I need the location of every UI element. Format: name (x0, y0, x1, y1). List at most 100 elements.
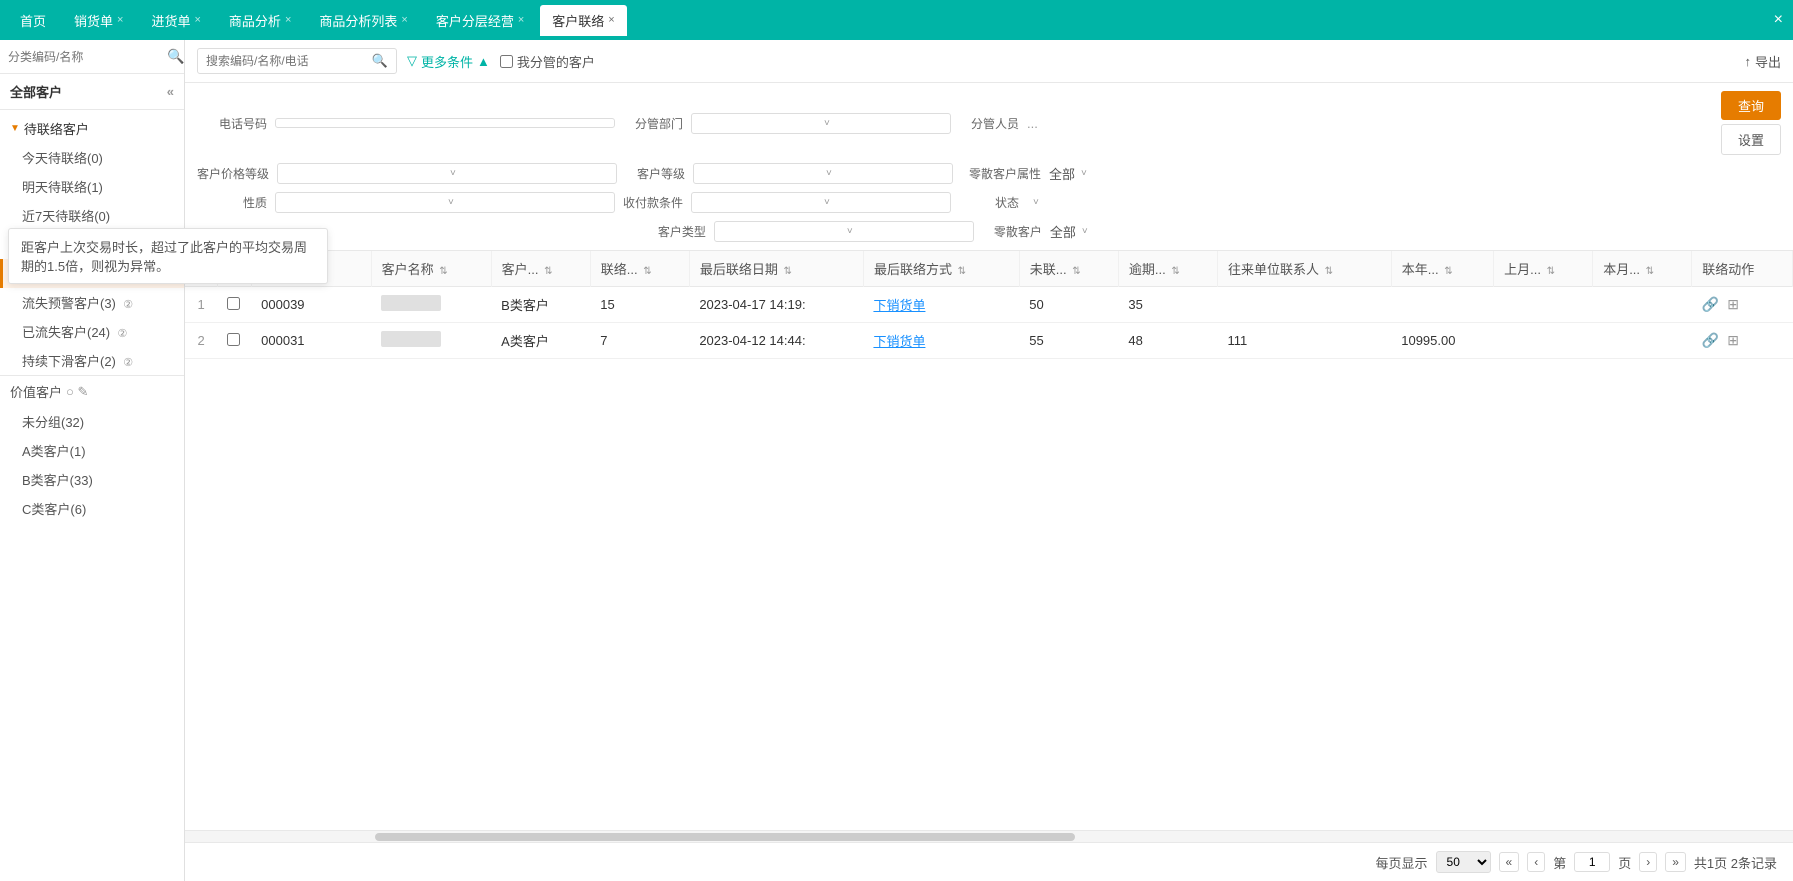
nav-tab-sales[interactable]: 销货单 × (62, 5, 135, 36)
th-contact-person[interactable]: 往来单位联系人 ⇅ (1217, 251, 1391, 287)
sidebar-item-declining[interactable]: 持续下滑客户(2) ② (0, 346, 184, 375)
last-month (1494, 287, 1593, 323)
nav-tab-purchase[interactable]: 进货单 × (139, 5, 212, 36)
last-page-button[interactable]: » (1665, 852, 1686, 872)
th-this-month[interactable]: 本月... ⇅ (1593, 251, 1692, 287)
query-button[interactable]: 查询 (1721, 91, 1781, 120)
customer-type-select[interactable]: ˅ (714, 221, 974, 242)
close-icon[interactable]: × (608, 14, 614, 26)
sidebar-item-7days[interactable]: 近7天待联络(0) (0, 201, 184, 230)
sidebar-bottom-group-label: 价值客户 (10, 382, 62, 401)
last-contact-type[interactable]: 下销货单 (863, 323, 1019, 359)
retail-select[interactable]: 全部 ˅ (1050, 222, 1088, 241)
retail-value: 全部 (1050, 222, 1076, 241)
sidebar-collapse-icon[interactable]: « (167, 84, 174, 99)
page-number-input[interactable] (1574, 852, 1610, 872)
sidebar-item-a-class[interactable]: A类客户(1) (0, 436, 184, 465)
last-contact-type-link[interactable]: 下销货单 (873, 298, 925, 313)
filter-row-3: 性质 ˅ 收付款条件 ˅ 状态 ˅ (197, 192, 1781, 213)
sidebar-search-input[interactable] (8, 50, 163, 64)
nav-tab-home-label: 首页 (20, 11, 46, 30)
filter-area: 电话号码 分管部门 ˅ 分管人员 ... 查询 设置 客户价格等 (185, 83, 1793, 251)
last-contact-type[interactable]: 下销货单 (863, 287, 1019, 323)
chevron-down-icon: ▼ (10, 123, 20, 134)
ellipsis-btn[interactable]: ... (1027, 116, 1038, 131)
chevron-down-icon: ˅ (1081, 168, 1087, 179)
row-checkbox-cell[interactable] (217, 323, 251, 359)
search-input[interactable] (206, 54, 366, 68)
chevron-down-icon: ˅ (824, 197, 942, 208)
question-mark-icon: ② (123, 299, 133, 311)
scrollbar-thumb[interactable] (375, 833, 1075, 841)
sort-icon: ⇅ (1325, 266, 1333, 277)
nav-tab-home[interactable]: 首页 (8, 5, 58, 36)
th-this-year[interactable]: 本年... ⇅ (1391, 251, 1493, 287)
nav-tab-customer-contact-label: 客户联络 (552, 11, 604, 30)
sidebar-item-churn-warning[interactable]: 流失预警客户(3) ② (0, 288, 184, 317)
first-page-button[interactable]: « (1499, 852, 1520, 872)
window-close-button[interactable]: × (1774, 11, 1783, 29)
nav-tab-analysis-list[interactable]: 商品分析列表 × (307, 5, 419, 36)
sidebar-item-ungroup[interactable]: 未分组(32) (0, 407, 184, 436)
th-contact-count[interactable]: 联络... ⇅ (590, 251, 689, 287)
retail-label: 零散客户 (982, 223, 1042, 240)
prev-page-button[interactable]: ‹ (1527, 852, 1545, 872)
th-last-contact-date[interactable]: 最后联络日期 ⇅ (689, 251, 863, 287)
th-no-contact[interactable]: 未联... ⇅ (1019, 251, 1118, 287)
last-contact-type-link[interactable]: 下销货单 (873, 334, 925, 349)
retail-attr-value: 全部 (1049, 164, 1075, 183)
close-icon[interactable]: × (117, 14, 123, 26)
filter-row-2: 客户价格等级 ˅ 客户等级 ˅ 零散客户属性 全部 ˅ (197, 163, 1781, 184)
row-checkbox-cell[interactable] (217, 287, 251, 323)
customer-level-select[interactable]: ˅ (693, 163, 953, 184)
payment-select[interactable]: ˅ (691, 192, 951, 213)
sidebar-group-pending[interactable]: ▼ 待联络客户 (0, 114, 184, 143)
table-row: 1 000039 B类客户 15 2023-04-17 14:19: 下销货单 … (185, 287, 1793, 323)
nav-tab-analysis[interactable]: 商品分析 × (217, 5, 303, 36)
status-select[interactable]: ˅ (1027, 197, 1039, 208)
table-area: ⚙ 客户编码 ⇅ 客户名称 ⇅ 客户... ⇅ 联络... ⇅ 最后联络日期 ⇅… (185, 251, 1793, 830)
nav-tab-analysis-list-label: 商品分析列表 (319, 11, 397, 30)
edit-icon[interactable]: ○ ✎ (66, 384, 88, 400)
more-filters-button[interactable]: ▽ 更多条件 ▲ (407, 52, 490, 71)
person-label: 分管人员 (959, 115, 1019, 132)
sidebar-item-today[interactable]: 今天待联络(0) (0, 143, 184, 172)
close-icon[interactable]: × (518, 14, 524, 26)
close-icon[interactable]: × (401, 14, 407, 26)
row-checkbox[interactable] (227, 333, 240, 346)
horizontal-scrollbar[interactable] (185, 830, 1793, 842)
sidebar-item-tomorrow[interactable]: 明天待联络(1) (0, 172, 184, 201)
th-last-contact-type[interactable]: 最后联络方式 ⇅ (863, 251, 1019, 287)
nav-tab-customer-contact[interactable]: 客户联络 × (540, 5, 626, 36)
close-icon[interactable]: × (285, 14, 291, 26)
price-level-select[interactable]: ˅ (277, 163, 617, 184)
set-button[interactable]: 设置 (1721, 124, 1781, 155)
sort-icon: ⇅ (1171, 266, 1179, 277)
dept-select[interactable]: ˅ (691, 113, 951, 134)
filter-row-4: ... 客户类型 ˅ 零散客户 全部 ˅ (197, 221, 1781, 242)
th-name[interactable]: 客户名称 ⇅ (371, 251, 491, 287)
grid-icon[interactable]: ⊞ (1727, 296, 1739, 313)
my-customers-checkbox[interactable] (500, 55, 513, 68)
sidebar-item-b-class[interactable]: B类客户(33) (0, 465, 184, 494)
nav-tab-customer-seg[interactable]: 客户分层经营 × (424, 5, 536, 36)
next-page-button[interactable]: › (1639, 852, 1657, 872)
phone-input[interactable] (275, 118, 615, 128)
th-last-month[interactable]: 上月... ⇅ (1494, 251, 1593, 287)
link-icon[interactable]: 🔗 (1702, 332, 1719, 349)
action-cell: 🔗 ⊞ (1692, 287, 1793, 323)
row-checkbox[interactable] (227, 297, 240, 310)
th-overdue[interactable]: 逾期... ⇅ (1118, 251, 1217, 287)
my-customers-checkbox-wrap[interactable]: 我分管的客户 (500, 52, 595, 71)
grid-icon[interactable]: ⊞ (1727, 332, 1739, 349)
gender-select[interactable]: ˅ (275, 192, 615, 213)
sidebar-item-churned[interactable]: 已流失客户(24) ② (0, 317, 184, 346)
action-icons: 🔗 ⊞ (1702, 332, 1783, 349)
th-level[interactable]: 客户... ⇅ (491, 251, 590, 287)
retail-attr-select[interactable]: 全部 ˅ (1049, 164, 1087, 183)
close-icon[interactable]: × (194, 14, 200, 26)
per-page-select[interactable]: 50 100 200 (1436, 851, 1491, 873)
sidebar-item-c-class[interactable]: C类客户(6) (0, 494, 184, 523)
export-button[interactable]: ↑ 导出 (1744, 52, 1781, 71)
link-icon[interactable]: 🔗 (1702, 296, 1719, 313)
